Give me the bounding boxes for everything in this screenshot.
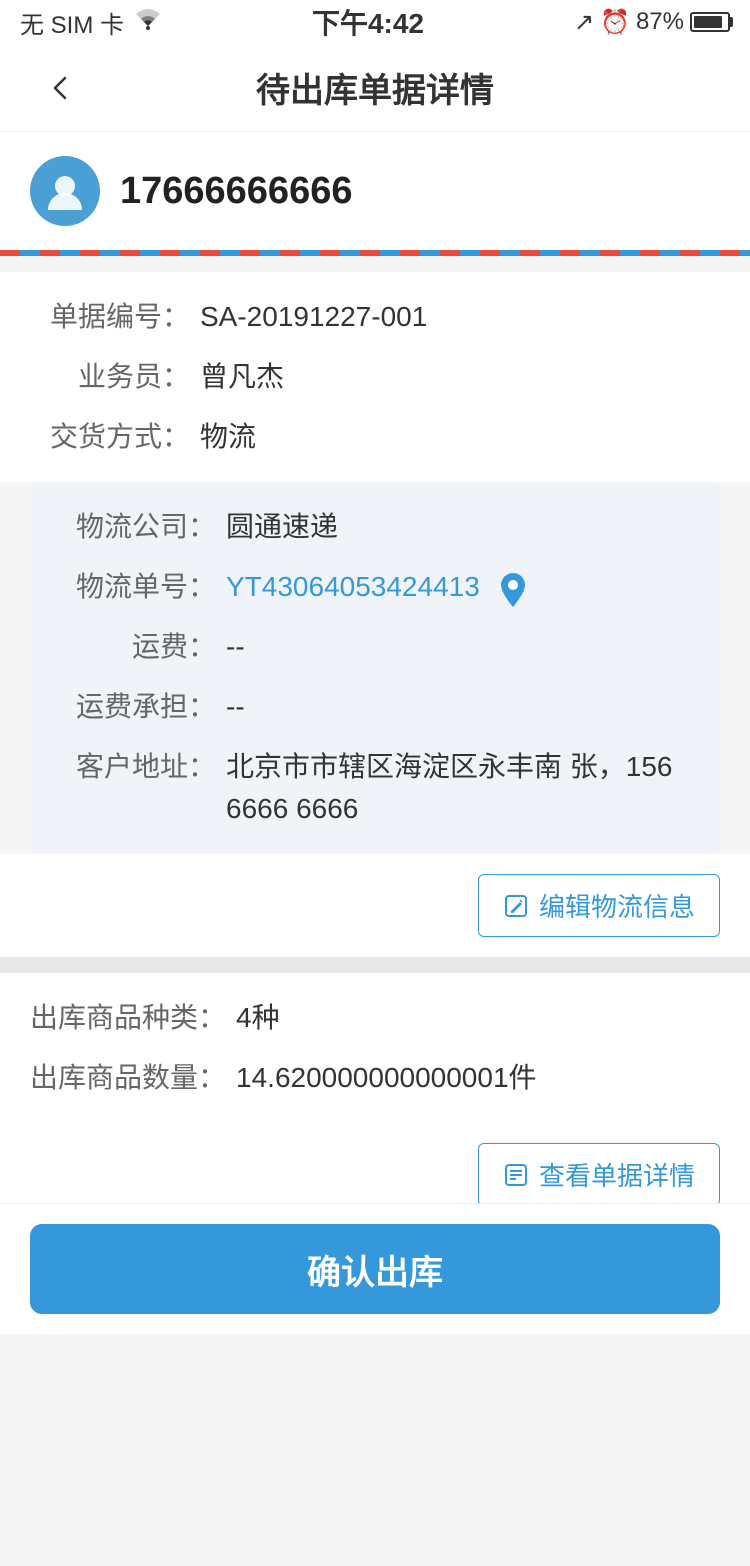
salesman-label: 业务员： xyxy=(30,356,190,398)
battery-percent: 87% xyxy=(636,8,684,36)
address-label: 客户地址： xyxy=(56,746,216,788)
time-display: 下午4:42 xyxy=(312,2,424,42)
product-quantity-label: 出库商品数量： xyxy=(30,1057,226,1099)
edit-btn-row: 编辑物流信息 xyxy=(0,854,750,957)
logistics-card-wrapper: 物流公司： 圆通速递 物流单号： YT43064053424413 运费： xyxy=(0,482,750,854)
salesman-value: 曾凡杰 xyxy=(190,356,720,398)
dashed-divider xyxy=(0,250,750,256)
confirm-outbound-button[interactable]: 确认出库 xyxy=(30,1224,720,1314)
view-detail-button[interactable]: 查看单据详情 xyxy=(478,1143,720,1206)
logistics-company-label: 物流公司： xyxy=(56,506,216,548)
product-type-value: 4种 xyxy=(226,997,720,1039)
logistics-company-value: 圆通速递 xyxy=(216,506,694,548)
order-no-label: 单据编号： xyxy=(30,296,190,338)
location-status-icon: ↗ xyxy=(574,8,594,37)
logistics-tracking-label: 物流单号： xyxy=(56,566,216,608)
product-quantity-value: 14.620000000000001件 xyxy=(226,1057,720,1099)
logistics-company-row: 物流公司： 圆通速递 xyxy=(56,506,694,548)
freight-bearer-label: 运费承担： xyxy=(56,686,216,728)
product-quantity-row: 出库商品数量： 14.620000000000001件 xyxy=(30,1057,720,1099)
map-pin-icon[interactable] xyxy=(498,571,528,607)
back-button[interactable] xyxy=(30,58,90,118)
product-section: 出库商品种类： 4种 出库商品数量： 14.620000000000001件 xyxy=(0,973,750,1123)
page-title: 待出库单据详情 xyxy=(90,63,660,112)
order-no-value: SA-20191227-001 xyxy=(190,296,720,338)
salesman-row: 业务员： 曾凡杰 xyxy=(30,356,720,398)
address-value: 北京市市辖区海淀区永丰南 张，156 6666 6666 xyxy=(216,746,694,830)
freight-value: -- xyxy=(216,626,694,668)
wifi-icon xyxy=(134,8,162,37)
delivery-label: 交货方式： xyxy=(30,416,190,458)
freight-label: 运费： xyxy=(56,626,216,668)
logistics-tracking-value: YT43064053424413 xyxy=(216,566,694,608)
customer-section: 17666666666 xyxy=(0,132,750,250)
delivery-value: 物流 xyxy=(190,416,720,458)
battery-icon xyxy=(690,12,730,32)
nav-bar: 待出库单据详情 xyxy=(0,44,750,132)
logistics-inner-card: 物流公司： 圆通速递 物流单号： YT43064053424413 运费： xyxy=(30,482,720,854)
freight-row: 运费： -- xyxy=(56,626,694,668)
freight-bearer-row: 运费承担： -- xyxy=(56,686,694,728)
status-left: 无 SIM 卡 xyxy=(20,5,162,40)
status-right: ↗ ⏰ 87% xyxy=(574,8,730,37)
delivery-row: 交货方式： 物流 xyxy=(30,416,720,458)
carrier-text: 无 SIM 卡 xyxy=(20,5,124,40)
alarm-icon: ⏰ xyxy=(600,8,630,37)
customer-phone: 17666666666 xyxy=(120,170,352,213)
confirm-btn-area: 确认出库 xyxy=(0,1203,750,1334)
freight-bearer-value: -- xyxy=(216,686,694,728)
order-no-row: 单据编号： SA-20191227-001 xyxy=(30,296,720,338)
section-separator xyxy=(0,957,750,973)
order-info-section: 单据编号： SA-20191227-001 业务员： 曾凡杰 交货方式： 物流 xyxy=(0,272,750,482)
edit-logistics-button[interactable]: 编辑物流信息 xyxy=(478,874,720,937)
avatar xyxy=(30,156,100,226)
product-type-label: 出库商品种类： xyxy=(30,997,226,1039)
product-type-row: 出库商品种类： 4种 xyxy=(30,997,720,1039)
address-row: 客户地址： 北京市市辖区海淀区永丰南 张，156 6666 6666 xyxy=(56,746,694,830)
logistics-tracking-row: 物流单号： YT43064053424413 xyxy=(56,566,694,608)
status-bar: 无 SIM 卡 下午4:42 ↗ ⏰ 87% xyxy=(0,0,750,44)
